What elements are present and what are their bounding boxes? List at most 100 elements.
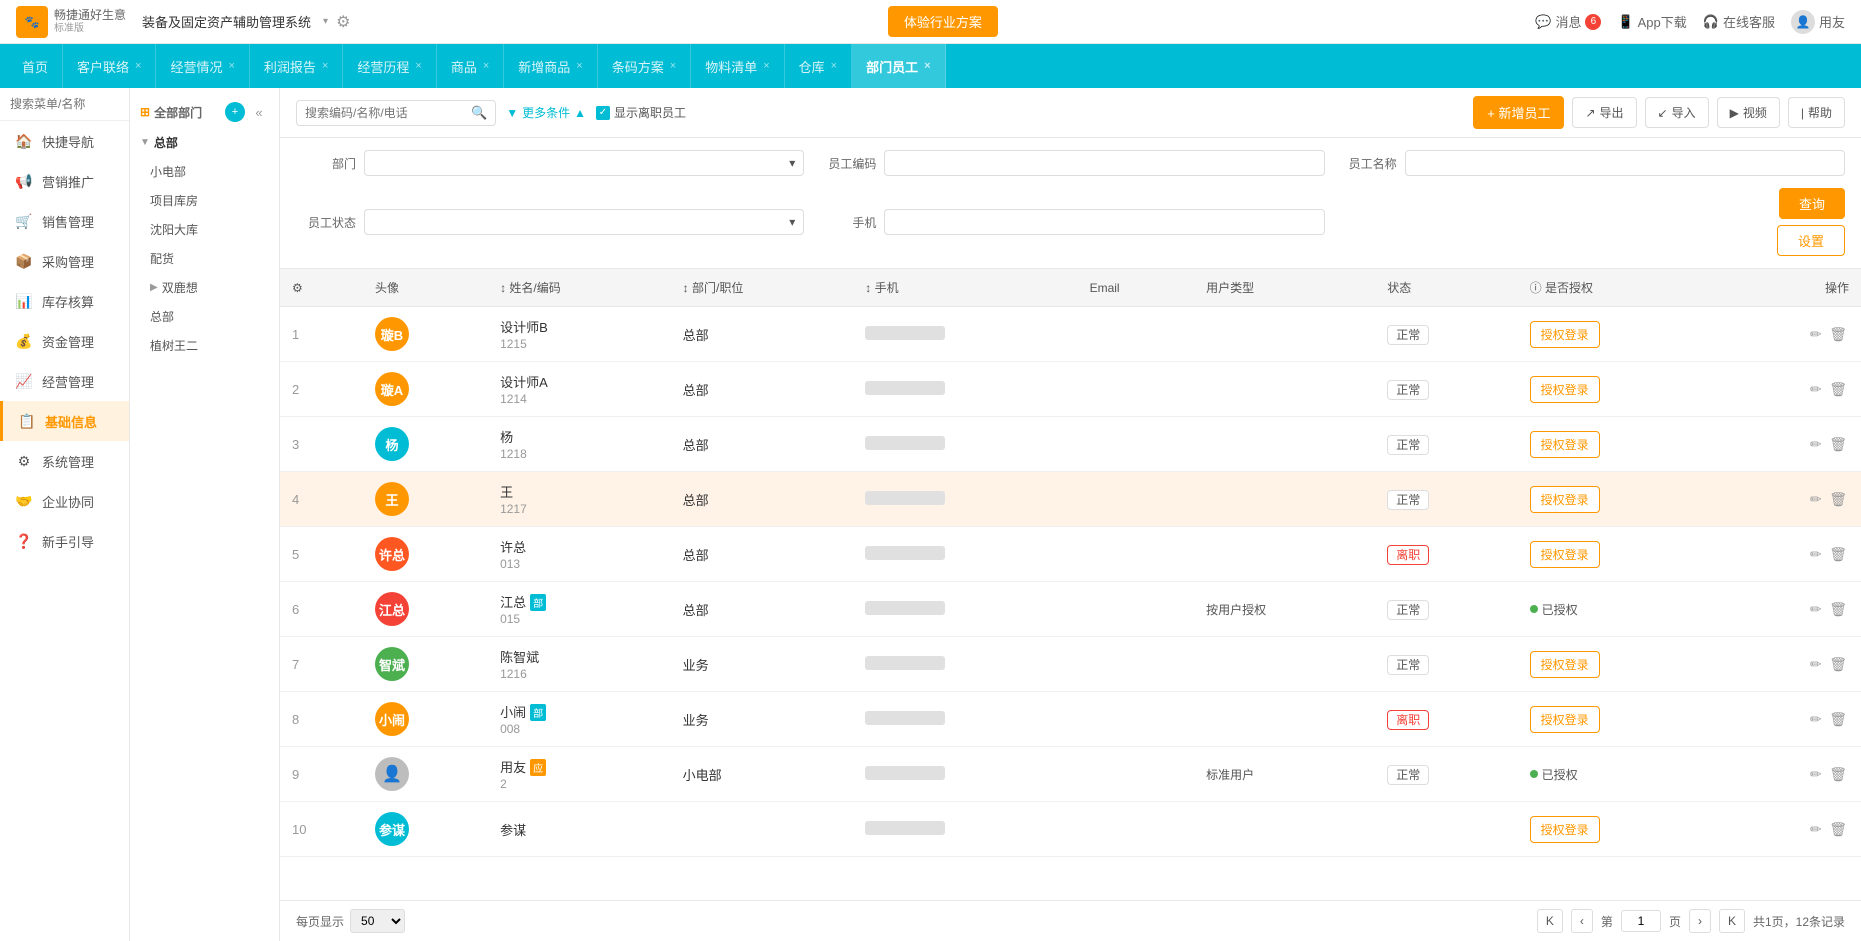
tab-home[interactable]: 首页: [8, 44, 63, 88]
collapse-tree-btn[interactable]: «: [249, 102, 269, 122]
auth-login-button[interactable]: 授权登录: [1530, 706, 1600, 733]
emp-code-input[interactable]: [884, 150, 1324, 176]
tab-dept-staff[interactable]: 部门员工 ×: [852, 44, 945, 88]
show-resigned-toggle[interactable]: ✓ 显示离职员工: [596, 104, 686, 121]
edit-button[interactable]: ✏: [1810, 326, 1822, 343]
delete-button[interactable]: 🗑: [1829, 601, 1847, 618]
tab-operation[interactable]: 经营情况 ×: [156, 44, 249, 88]
dept-item-shuanglu[interactable]: ▶ 双鹿想: [130, 273, 279, 302]
sidebar-item-sales[interactable]: 🛒 销售管理: [0, 201, 129, 241]
delete-button[interactable]: 🗑: [1829, 381, 1847, 398]
dept-item-project[interactable]: 项目库房: [130, 186, 279, 215]
sidebar-search-input[interactable]: [10, 97, 130, 111]
tab-bom[interactable]: 物料清单 ×: [691, 44, 784, 88]
edit-button[interactable]: ✏: [1810, 436, 1822, 453]
edit-button[interactable]: ✏: [1810, 766, 1822, 783]
message-btn[interactable]: 💬 消息 6: [1535, 12, 1601, 31]
close-icon[interactable]: ×: [924, 60, 930, 72]
tab-barcode[interactable]: 条码方案 ×: [598, 44, 691, 88]
next-page-btn[interactable]: ›: [1689, 909, 1711, 933]
user-btn[interactable]: 👤 用友: [1791, 10, 1845, 34]
auth-login-button[interactable]: 授权登录: [1530, 431, 1600, 458]
sidebar-item-purchase[interactable]: 📦 采购管理: [0, 241, 129, 281]
close-icon[interactable]: ×: [763, 60, 769, 72]
sidebar-item-collab[interactable]: 🤝 企业协同: [0, 481, 129, 521]
trial-button[interactable]: 体验行业方案: [888, 6, 998, 37]
import-button[interactable]: ↙ 导入: [1645, 97, 1709, 128]
col-settings[interactable]: ⚙: [280, 269, 363, 307]
dept-select[interactable]: ▾: [364, 150, 804, 176]
close-icon[interactable]: ×: [483, 60, 489, 72]
sidebar-item-basic[interactable]: 📋 基础信息: [0, 401, 129, 441]
view-button[interactable]: ▶ 视频: [1717, 97, 1780, 128]
app-download-btn[interactable]: 📱 App下载: [1617, 12, 1686, 31]
search-input[interactable]: [305, 106, 465, 120]
delete-button[interactable]: 🗑: [1829, 436, 1847, 453]
edit-button[interactable]: ✏: [1810, 821, 1822, 838]
dept-item-zhishu[interactable]: 植树王二: [130, 331, 279, 360]
delete-button[interactable]: 🗑: [1829, 711, 1847, 728]
close-icon[interactable]: ×: [670, 60, 676, 72]
last-page-btn[interactable]: K: [1719, 909, 1745, 933]
tab-history[interactable]: 经营历程 ×: [343, 44, 436, 88]
dept-item-xiaodianbu[interactable]: 小电部: [130, 157, 279, 186]
tab-new-goods[interactable]: 新增商品 ×: [504, 44, 597, 88]
delete-button[interactable]: 🗑: [1829, 766, 1847, 783]
settings-icon[interactable]: ⚙: [336, 12, 350, 32]
delete-button[interactable]: 🗑: [1829, 546, 1847, 563]
close-icon[interactable]: ×: [322, 60, 328, 72]
edit-button[interactable]: ✏: [1810, 491, 1822, 508]
help-button[interactable]: | 帮助: [1788, 97, 1845, 128]
dept-item-shenyang[interactable]: 沈阳大库: [130, 215, 279, 244]
phone-input[interactable]: [884, 209, 1324, 235]
close-icon[interactable]: ×: [831, 60, 837, 72]
delete-button[interactable]: 🗑: [1829, 491, 1847, 508]
more-filter-btn[interactable]: ▼ 更多条件 ▲: [506, 104, 586, 121]
auth-login-button[interactable]: 授权登录: [1530, 486, 1600, 513]
first-page-btn[interactable]: K: [1537, 909, 1563, 933]
dept-item-peihuo[interactable]: 配货: [130, 244, 279, 273]
sidebar-item-quick[interactable]: 🏠 快捷导航: [0, 121, 129, 161]
edit-button[interactable]: ✏: [1810, 656, 1822, 673]
sidebar-item-guide[interactable]: ❓ 新手引导: [0, 521, 129, 561]
sidebar-item-system[interactable]: ⚙ 系统管理: [0, 441, 129, 481]
sidebar-item-inventory[interactable]: 📊 库存核算: [0, 281, 129, 321]
emp-name-input[interactable]: [1405, 150, 1845, 176]
auth-login-button[interactable]: 授权登录: [1530, 651, 1600, 678]
auth-login-button[interactable]: 授权登录: [1530, 541, 1600, 568]
emp-status-select[interactable]: ▾: [364, 209, 804, 235]
system-dropdown-icon[interactable]: ▾: [323, 16, 328, 27]
auth-login-button[interactable]: 授权登录: [1530, 816, 1600, 843]
export-button[interactable]: ↗ 导出: [1572, 97, 1636, 128]
close-icon[interactable]: ×: [228, 60, 234, 72]
close-icon[interactable]: ×: [135, 60, 141, 72]
edit-button[interactable]: ✏: [1810, 601, 1822, 618]
auth-login-button[interactable]: 授权登录: [1530, 321, 1600, 348]
edit-button[interactable]: ✏: [1810, 711, 1822, 728]
sidebar-item-finance[interactable]: 💰 资金管理: [0, 321, 129, 361]
col-name[interactable]: ↕ 姓名/编码: [488, 269, 671, 307]
query-button[interactable]: 查询: [1779, 188, 1845, 219]
col-phone[interactable]: ↕ 手机: [853, 269, 1077, 307]
edit-button[interactable]: ✏: [1810, 381, 1822, 398]
edit-button[interactable]: ✏: [1810, 546, 1822, 563]
tab-goods[interactable]: 商品 ×: [437, 44, 504, 88]
delete-button[interactable]: 🗑: [1829, 821, 1847, 838]
dept-item-zongbu[interactable]: 总部: [130, 302, 279, 331]
set-button[interactable]: 设置: [1777, 225, 1845, 256]
tab-profit[interactable]: 利润报告 ×: [250, 44, 343, 88]
col-dept[interactable]: ↕ 部门/职位: [671, 269, 854, 307]
add-dept-btn[interactable]: +: [225, 102, 245, 122]
delete-button[interactable]: 🗑: [1829, 326, 1847, 343]
page-input[interactable]: [1621, 910, 1661, 932]
prev-page-btn[interactable]: ‹: [1571, 909, 1593, 933]
tab-customer[interactable]: 客户联络 ×: [63, 44, 156, 88]
close-icon[interactable]: ×: [415, 60, 421, 72]
add-employee-button[interactable]: + 新增员工: [1473, 96, 1564, 129]
auth-login-button[interactable]: 授权登录: [1530, 376, 1600, 403]
per-page-select[interactable]: 50 100 200: [350, 909, 405, 933]
online-service-btn[interactable]: 🎧 在线客服: [1703, 12, 1775, 31]
tab-warehouse[interactable]: 仓库 ×: [785, 44, 852, 88]
delete-button[interactable]: 🗑: [1829, 656, 1847, 673]
sidebar-item-operation[interactable]: 📈 经营管理: [0, 361, 129, 401]
